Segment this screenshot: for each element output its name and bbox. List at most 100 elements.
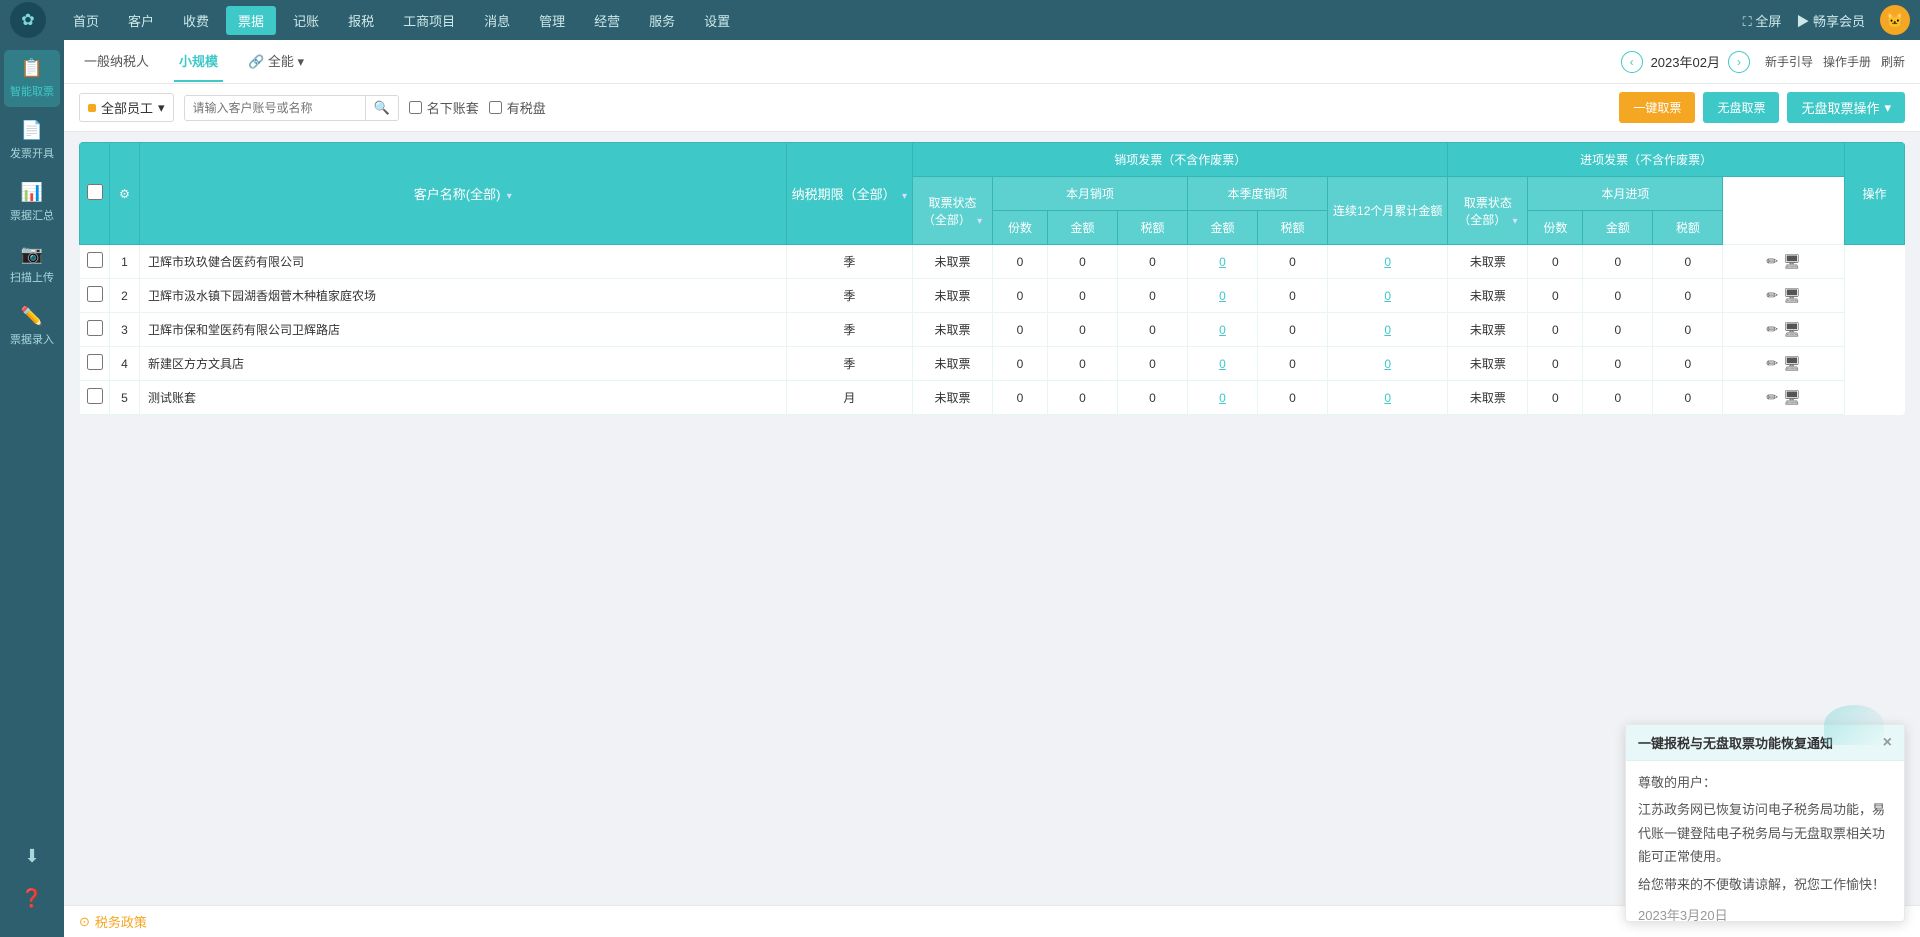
period-prev-btn[interactable]: ‹ — [1621, 51, 1643, 73]
edit-icon[interactable]: ✏ — [1766, 389, 1778, 406]
row-checkbox[interactable] — [87, 388, 103, 404]
row-checkbox-cell[interactable] — [80, 347, 110, 381]
row-purchase-copies: 0 — [1528, 381, 1583, 415]
row-quarter-amount[interactable]: 0 — [1188, 313, 1258, 347]
tax-disk-filter[interactable]: 有税盘 — [489, 98, 546, 117]
sidebar-item-smart-invoice[interactable]: 📋 智能取票 — [4, 50, 60, 107]
nav-operation[interactable]: 经营 — [582, 6, 632, 35]
no-disk-ops-btn[interactable]: 无盘取票操作 ▾ — [1787, 92, 1905, 123]
tab-general-taxpayer[interactable]: 一般纳税人 — [79, 41, 154, 82]
view-icon[interactable]: 🖥 — [1783, 253, 1801, 270]
fullscreen-btn[interactable]: ⛶ 全屏 — [1743, 11, 1782, 30]
sidebar-item-invoice-summary[interactable]: 📊 票据汇总 — [4, 174, 60, 231]
edit-icon[interactable]: ✏ — [1766, 355, 1778, 372]
sidebar-item-invoice-entry[interactable]: ✏️ 票据录入 — [4, 298, 60, 355]
tab-all-in-one[interactable]: 🔗 全能 ▾ — [243, 41, 309, 82]
row-quarter-amount[interactable]: 0 — [1188, 381, 1258, 415]
row-cum12-amount[interactable]: 0 — [1328, 347, 1448, 381]
tax-period-filter-icon[interactable]: ▾ — [902, 191, 907, 202]
member-btn[interactable]: ▶ 畅享会员 — [1796, 11, 1865, 30]
view-icon[interactable]: 🖥 — [1783, 321, 1801, 338]
notification-apology: 给您带来的不便敬请谅解，祝您工作愉快！ — [1638, 873, 1892, 896]
sidebar-item-help[interactable]: ❓ — [4, 880, 60, 917]
new-user-guide-link[interactable]: 新手引导 — [1765, 53, 1813, 70]
search-box: 🔍 — [184, 95, 399, 121]
row-checkbox-cell[interactable] — [80, 279, 110, 313]
row-purchase-tax: 0 — [1653, 245, 1723, 279]
nav-billing[interactable]: 收费 — [171, 6, 221, 35]
sales-status-filter[interactable]: ▾ — [977, 216, 982, 227]
row-sales-tax: 0 — [1118, 245, 1188, 279]
row-purchase-copies: 0 — [1528, 279, 1583, 313]
row-checkbox[interactable] — [87, 320, 103, 336]
sidebar-item-issue-invoice[interactable]: 📄 发票开具 — [4, 112, 60, 169]
notification-close-btn[interactable]: × — [1883, 734, 1892, 752]
tax-policy-link[interactable]: 税务政策 — [95, 912, 147, 931]
my-accounts-checkbox[interactable] — [409, 101, 422, 114]
sidebar-invoice-entry-label: 票据录入 — [10, 331, 54, 347]
customer-filter-icon[interactable]: ▾ — [507, 191, 512, 202]
view-icon[interactable]: 🖥 — [1783, 355, 1801, 372]
row-quarter-tax: 0 — [1258, 381, 1328, 415]
nav-home[interactable]: 首页 — [61, 6, 111, 35]
row-actions: ✏ 🖥 — [1723, 347, 1845, 381]
nav-accounting[interactable]: 记账 — [281, 6, 331, 35]
app-logo: ✿ — [10, 2, 46, 38]
my-accounts-filter[interactable]: 名下账套 — [409, 98, 479, 117]
user-avatar[interactable]: 🐱 — [1880, 5, 1910, 35]
row-purchase-amount: 0 — [1583, 279, 1653, 313]
manual-link[interactable]: 操作手册 — [1823, 53, 1871, 70]
row-checkbox[interactable] — [87, 354, 103, 370]
row-checkbox[interactable] — [87, 252, 103, 268]
nav-service[interactable]: 服务 — [637, 6, 687, 35]
row-sales-tax: 0 — [1118, 381, 1188, 415]
dropdown-icon: ▾ — [297, 54, 304, 69]
purchase-month-tax-header: 税额 — [1653, 211, 1723, 245]
row-quarter-amount[interactable]: 0 — [1188, 245, 1258, 279]
row-checkbox-cell[interactable] — [80, 313, 110, 347]
edit-icon[interactable]: ✏ — [1766, 253, 1778, 270]
nav-message[interactable]: 消息 — [472, 6, 522, 35]
no-disk-btn[interactable]: 无盘取票 — [1703, 92, 1779, 123]
row-purchase-copies: 0 — [1528, 245, 1583, 279]
view-icon[interactable]: 🖥 — [1783, 287, 1801, 304]
sidebar-item-scan-upload[interactable]: 📷 扫描上传 — [4, 236, 60, 293]
nav-customer[interactable]: 客户 — [116, 6, 166, 35]
nav-tax[interactable]: 报税 — [336, 6, 386, 35]
row-quarter-amount[interactable]: 0 — [1188, 347, 1258, 381]
row-cum12-amount[interactable]: 0 — [1328, 313, 1448, 347]
refresh-link[interactable]: 刷新 — [1881, 53, 1905, 70]
row-cum12-amount[interactable]: 0 — [1328, 279, 1448, 313]
row-checkbox-cell[interactable] — [80, 245, 110, 279]
row-index: 4 — [110, 347, 140, 381]
toolbar: 全部员工 ▾ 🔍 名下账套 有税盘 一键取票 无盘取票 无盘取票操作 ▾ — [64, 84, 1920, 132]
notification-body: 尊敬的用户： 江苏政务网已恢复访问电子税务局功能，易代账一键登陆电子税务局与无盘… — [1626, 761, 1904, 921]
row-quarter-amount[interactable]: 0 — [1188, 279, 1258, 313]
edit-icon[interactable]: ✏ — [1766, 287, 1778, 304]
one-key-btn[interactable]: 一键取票 — [1619, 92, 1695, 123]
purchase-status-filter[interactable]: ▾ — [1513, 216, 1518, 227]
search-button[interactable]: 🔍 — [365, 96, 398, 120]
tax-disk-checkbox[interactable] — [489, 101, 502, 114]
row-quarter-tax: 0 — [1258, 313, 1328, 347]
nav-settings[interactable]: 设置 — [692, 6, 742, 35]
row-checkbox-cell[interactable] — [80, 381, 110, 415]
nav-invoice[interactable]: 票据 — [226, 6, 276, 35]
select-all-checkbox[interactable] — [87, 184, 103, 200]
row-cum12-amount[interactable]: 0 — [1328, 381, 1448, 415]
sidebar-invoice-summary-label: 票据汇总 — [10, 207, 54, 223]
sales-quarter-amount-header: 金额 — [1188, 211, 1258, 245]
row-cum12-amount[interactable]: 0 — [1328, 245, 1448, 279]
nav-manage[interactable]: 管理 — [527, 6, 577, 35]
top-navigation: ✿ 首页 客户 收费 票据 记账 报税 工商项目 消息 管理 经营 服务 设置 … — [0, 0, 1920, 40]
row-checkbox[interactable] — [87, 286, 103, 302]
tab-small-scale[interactable]: 小规模 — [174, 41, 223, 82]
row-quarter-tax: 0 — [1258, 279, 1328, 313]
nav-business[interactable]: 工商项目 — [391, 6, 467, 35]
employee-filter[interactable]: 全部员工 ▾ — [79, 93, 174, 122]
sidebar-item-download[interactable]: ⬇ — [4, 838, 60, 875]
view-icon[interactable]: 🖥 — [1783, 389, 1801, 406]
edit-icon[interactable]: ✏ — [1766, 321, 1778, 338]
period-next-btn[interactable]: › — [1728, 51, 1750, 73]
search-input[interactable] — [185, 97, 365, 119]
